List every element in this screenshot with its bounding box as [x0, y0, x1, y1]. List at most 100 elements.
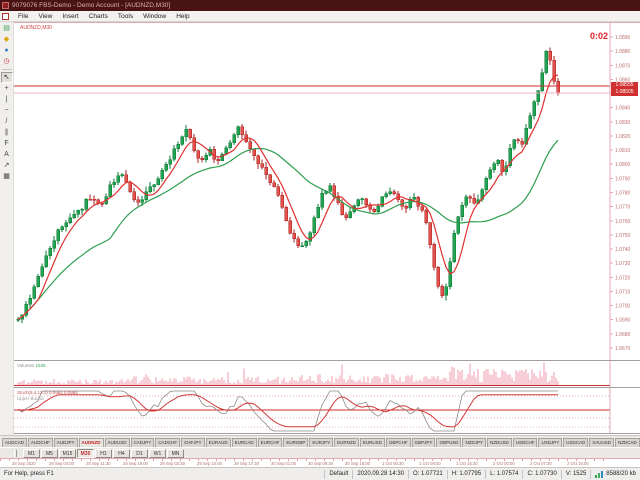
cursor-icon[interactable]: ↖ — [0, 72, 13, 83]
timeframe-h1[interactable]: H1 — [95, 448, 112, 458]
menu-bar: File View Insert Charts Tools Window Help — [0, 11, 640, 22]
status-volume: V: 1525 — [560, 469, 590, 479]
timeframe-h4[interactable]: H4 — [113, 448, 130, 458]
line-studies-toolbar: ▤ ◆ ● ◷ ↖ + | − / ∥ F A ↗ ▦ — [0, 22, 14, 435]
status-open: O: 1.07721 — [408, 469, 447, 479]
status-bar: For Help, press F1 Default 2020.09.28 14… — [0, 467, 640, 480]
date-label: 2 Oct 15:00 — [567, 461, 589, 466]
alarm-icon[interactable]: ◷ — [1, 56, 13, 67]
toolbar-grip[interactable] — [14, 449, 17, 457]
menu-file[interactable]: File — [13, 13, 33, 20]
arrow-icon[interactable]: ↗ — [1, 160, 13, 171]
bid-price-tag: 1.08505 — [611, 89, 638, 96]
timeframe-m15[interactable]: M15 — [59, 448, 76, 458]
oscillator-indicator-label: Stoch(9,4,13,1) 0.0984 0.0982 — [17, 390, 78, 395]
connection-signal-icon — [595, 470, 604, 478]
chart-tab-audnzd[interactable]: AUDNZD — [78, 438, 104, 447]
chart-window[interactable]: 1.08901.08801.08701.08601.08501.08401.08… — [14, 22, 640, 435]
fibonacci-icon[interactable]: F — [1, 138, 13, 149]
chart-tab-eurnzd[interactable]: EURNZD — [334, 438, 359, 447]
svg-text:1.0840: 1.0840 — [615, 106, 631, 112]
menu-view[interactable]: View — [33, 13, 57, 20]
crosshair-icon[interactable]: + — [1, 83, 13, 94]
candle-countdown-timer: 0:02 — [589, 31, 608, 41]
chart-tab-xauusd[interactable]: XAUUSD — [589, 438, 615, 447]
chart-tab-gbpchf[interactable]: GBPCHF — [385, 438, 411, 447]
date-label: 30 Sep 08:30 — [308, 461, 333, 466]
date-label: 28 Sep 04:00 — [49, 461, 74, 466]
chart-tab-eurcad[interactable]: EURCAD — [231, 438, 257, 447]
chart-tab-euraud[interactable]: EURAUD — [205, 438, 231, 447]
status-close: C: 1.07730 — [522, 469, 560, 479]
timeframe-d1[interactable]: D1 — [131, 448, 148, 458]
status-profile[interactable]: Default — [324, 469, 352, 479]
horizontal-line-icon[interactable]: − — [1, 105, 13, 116]
menu-charts[interactable]: Charts — [84, 13, 113, 20]
ask-price-tag: 1.08555 — [611, 82, 638, 89]
timeframe-m1[interactable]: M1 — [23, 448, 40, 458]
chart-tab-usdjpy[interactable]: USDJPY — [538, 438, 563, 447]
date-label: 1 Oct 00:30 — [382, 461, 404, 466]
date-label: 28 Sep 19:00 — [123, 461, 148, 466]
svg-text:1.0890: 1.0890 — [615, 35, 631, 41]
svg-text:1.0730: 1.0730 — [615, 261, 631, 267]
date-label: 2 Oct 00:00 — [493, 461, 515, 466]
svg-text:1.0880: 1.0880 — [615, 49, 631, 55]
chart-tab-usdcad[interactable]: USDCAD — [563, 438, 589, 447]
new-order-icon[interactable]: ▤ — [1, 23, 13, 34]
chart-tab-eurusd[interactable]: EURUSD — [359, 438, 385, 447]
text-icon[interactable]: A — [1, 149, 13, 160]
chart-tab-audchf[interactable]: AUDCHF — [28, 438, 53, 447]
chart-window-icon[interactable] — [2, 12, 9, 20]
svg-text:1.0700: 1.0700 — [615, 304, 631, 310]
channel-icon[interactable]: ∥ — [1, 127, 13, 138]
menu-window[interactable]: Window — [138, 13, 171, 20]
chart-tab-audjpy[interactable]: AUDJPY — [53, 438, 78, 447]
shapes-icon[interactable]: ▦ — [1, 171, 13, 182]
trendline-icon[interactable]: / — [1, 116, 13, 127]
chart-tab-nzdusd[interactable]: NZDUSD — [486, 438, 512, 447]
date-label: 29 Sep 02:30 — [160, 461, 185, 466]
chart-tab-cadjpy[interactable]: CADJPY — [130, 438, 155, 447]
svg-text:1.0720: 1.0720 — [615, 275, 631, 281]
globe-icon[interactable]: ● — [1, 45, 13, 56]
chart-tab-cadchf[interactable]: CADCHF — [155, 438, 181, 447]
chart-tab-eurjpy[interactable]: EURJPY — [309, 438, 334, 447]
toolbar-separator — [1, 69, 12, 70]
date-label: 2 Oct 07:30 — [530, 461, 552, 466]
chart-tab-chfjpy[interactable]: CHFJPY — [181, 438, 205, 447]
symbol-period-label: AUDNZD,M30 — [20, 25, 52, 31]
svg-text:1.0770: 1.0770 — [615, 205, 631, 211]
menu-help[interactable]: Help — [171, 13, 194, 20]
templates-icon[interactable]: ◆ — [1, 34, 13, 45]
timeframe-m5[interactable]: M5 — [41, 448, 58, 458]
svg-text:1.0680: 1.0680 — [615, 332, 631, 338]
timeframe-w1[interactable]: W1 — [149, 448, 166, 458]
svg-text:1.0710: 1.0710 — [615, 289, 631, 295]
vertical-line-icon[interactable]: | — [1, 94, 13, 105]
price-chart[interactable]: 1.08901.08801.08701.08601.08501.08401.08… — [14, 22, 640, 435]
status-traffic: 8588/20 kb — [606, 471, 636, 477]
chart-tab-nzdcad[interactable]: NZDCAD — [615, 438, 640, 447]
window-title: 9079076 FBS-Demo - Demo Account - [AUDNZ… — [12, 2, 171, 9]
svg-text:1.0830: 1.0830 — [615, 120, 631, 126]
svg-text:1.0870: 1.0870 — [615, 63, 631, 69]
svg-text:1.0800: 1.0800 — [615, 162, 631, 168]
date-label: 29 Sep 10:00 — [197, 461, 222, 466]
timeframe-m30[interactable]: M30 — [77, 448, 94, 458]
chart-tab-eurchf[interactable]: EURCHF — [257, 438, 283, 447]
chart-tab-audusd[interactable]: AUDUSD — [104, 438, 130, 447]
chart-tab-audcad[interactable]: AUDCAD — [2, 438, 28, 447]
status-help-text: For Help, press F1 — [4, 471, 54, 477]
menu-insert[interactable]: Insert — [57, 13, 83, 20]
status-connection: 8588/20 kb — [590, 469, 640, 479]
chart-tabs-bar: AUDCAD AUDCHF AUDJPY AUDNZD AUDUSD CADJPY CADC… — [0, 435, 640, 447]
chart-tab-gbpusd[interactable]: GBPUSD — [436, 438, 462, 447]
menu-tools[interactable]: Tools — [113, 13, 138, 20]
timeframe-mn[interactable]: MN — [167, 448, 184, 458]
chart-tab-nzdjpy[interactable]: NZDJPY — [462, 438, 486, 447]
chart-tab-gbpjpy[interactable]: GBPJPY — [411, 438, 436, 447]
chart-tab-usdchf[interactable]: USDCHF — [512, 438, 538, 447]
volumes-indicator-label: Volumes 1525 — [17, 363, 46, 368]
chart-tab-eurgbp[interactable]: EURGBP — [283, 438, 309, 447]
